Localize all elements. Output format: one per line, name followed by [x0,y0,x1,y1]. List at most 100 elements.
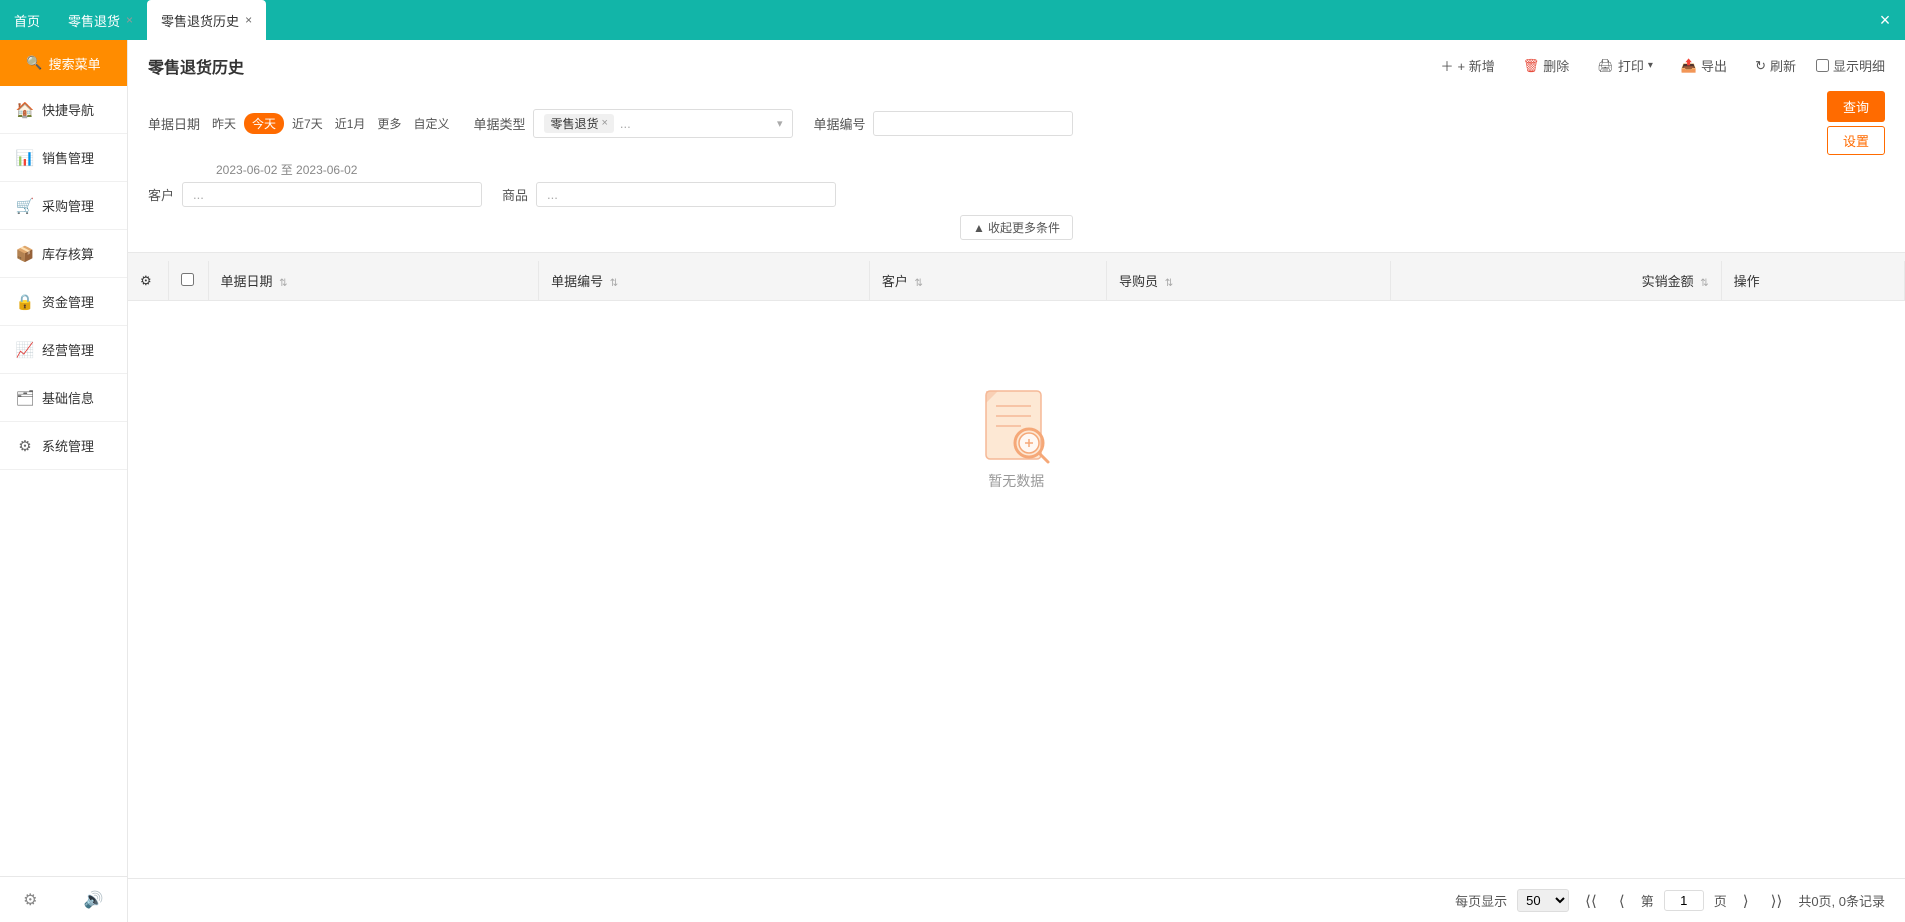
sidebar-item-sales-label: 销售管理 [42,148,94,167]
sidebar-item-system[interactable]: ⚙ 系统管理 [0,422,127,470]
th-date-label: 单据日期 [221,274,273,289]
th-checkbox[interactable] [168,261,208,301]
delete-button[interactable]: 🗑 删除 [1515,52,1578,79]
collapse-label: 收起更多条件 [988,219,1060,236]
sidebar-item-finance-label: 资金管理 [42,292,94,311]
date-range-row: 2023-06-02 至 2023-06-02 [148,161,1885,182]
show-detail-checkbox[interactable] [1816,59,1829,72]
tab-retail-return-label: 零售退货 [68,11,120,30]
select-all-checkbox[interactable] [181,273,194,286]
sidebar-item-operations[interactable]: 📈 经营管理 [0,326,127,374]
page-title-bar: 零售退货历史 ＋ + 新增 🗑 删除 🖨 打印 ▾ [148,52,1885,79]
content-area: 零售退货历史 ＋ + 新增 🗑 删除 🖨 打印 ▾ [128,40,1905,922]
sidebar-item-sales[interactable]: 📊 销售管理 [0,134,127,182]
th-docnum[interactable]: 单据编号 ⇅ [539,261,870,301]
collapse-button[interactable]: ▲ 收起更多条件 [960,215,1073,240]
sidebar-item-finance[interactable]: 🔒 资金管理 [0,278,127,326]
doctype-tag: 零售退货 × [544,114,613,133]
page-input[interactable] [1664,890,1704,911]
goods-dropdown[interactable]: ... [536,182,836,207]
export-button[interactable]: 📤 导出 [1673,52,1735,79]
new-label: + 新增 [1458,56,1495,75]
docnum-input[interactable] [873,111,1073,136]
new-button[interactable]: ＋ + 新增 [1433,52,1503,79]
last-page-button[interactable]: ⟩⟩ [1765,890,1789,912]
date-btn-custom[interactable]: 自定义 [409,113,453,134]
doctype-dropdown[interactable]: 零售退货 × ... ▾ [533,109,793,138]
doctype-tags: 零售退货 × ... [544,114,630,133]
delete-label: 删除 [1543,56,1569,75]
collapse-bar: ▲ 收起更多条件 [148,211,1885,248]
settings-button[interactable]: 设置 [1827,126,1885,155]
first-page-button[interactable]: ⟨⟨ [1579,890,1603,912]
date-btn-more[interactable]: 更多 [373,113,405,134]
search-icon: 🔍 [26,55,42,71]
doctype-tag-remove[interactable]: × [601,117,607,129]
print-button[interactable]: 🖨 打印 ▾ [1589,52,1661,79]
data-table: ⚙ 单据日期 ⇅ 单据编号 ⇅ 客户 ⇅ [128,261,1905,551]
date-btn-1month[interactable]: 近1月 [331,113,370,134]
customer-dropdown[interactable]: ... [182,182,482,207]
per-page-label: 每页显示 [1455,891,1507,910]
query-button[interactable]: 查询 [1827,91,1885,122]
th-date[interactable]: 单据日期 ⇅ [208,261,539,301]
next-page-button[interactable]: ⟩ [1737,890,1755,912]
export-icon: 📤 [1681,58,1697,74]
window-close-button[interactable]: × [1865,0,1905,40]
home-icon: 🏠 [16,101,34,119]
th-action: 操作 [1721,261,1904,301]
date-btn-7days[interactable]: 近7天 [288,113,327,134]
sidebar-item-inventory[interactable]: 📦 库存核算 [0,230,127,278]
pagination-bar: 每页显示 20 50 100 ⟨⟨ ⟨ 第 页 ⟩ ⟩⟩ 共0页, 0条记录 [128,878,1905,922]
tab-retail-return[interactable]: 零售退货 × [54,0,147,40]
prev-page-button[interactable]: ⟨ [1613,890,1631,912]
refresh-button[interactable]: ↻ 刷新 [1747,52,1804,79]
th-amount[interactable]: 实销金额 ⇅ [1391,261,1722,301]
total-label: 共0页, 0条记录 [1798,891,1885,910]
sidebar-item-operations-label: 经营管理 [42,340,94,359]
date-btn-yesterday[interactable]: 昨天 [208,113,240,134]
th-gear[interactable]: ⚙ [128,261,168,301]
th-customer[interactable]: 客户 ⇅ [869,261,1106,301]
th-date-sort-icon: ⇅ [279,278,287,289]
filter-goods-item: 商品 ... [502,182,836,207]
print-chevron-icon: ▾ [1648,60,1653,71]
refresh-icon: ↻ [1755,58,1766,74]
customer-filter-label: 客户 [148,185,174,204]
empty-state: 暂无数据 [128,301,1905,551]
doctype-tag-label: 零售退货 [550,115,598,132]
sales-icon: 📊 [16,149,34,167]
sidebar-item-purchase[interactable]: 🛒 采购管理 [0,182,127,230]
th-action-label: 操作 [1734,274,1760,289]
tab-retail-return-history-close[interactable]: × [245,13,252,27]
sidebar-search[interactable]: 🔍 搜索菜单 [0,40,127,86]
system-icon: ⚙ [16,437,34,455]
basicinfo-icon: 🗂 [16,389,34,407]
refresh-label: 刷新 [1770,56,1796,75]
sidebar-item-quicknav-label: 快捷导航 [42,100,94,119]
settings-bottom-icon[interactable]: ⚙ [23,890,37,910]
th-guide[interactable]: 导购员 ⇅ [1107,261,1391,301]
page-unit: 页 [1714,891,1727,910]
goods-filter-label: 商品 [502,185,528,204]
delete-icon: 🗑 [1523,58,1540,74]
tab-home[interactable]: 首页 [0,0,54,40]
th-amount-label: 实销金额 [1642,274,1694,289]
sidebar-nav: 🏠 快捷导航 📊 销售管理 🛒 采购管理 📦 库存核算 🔒 资金管理 📈 [0,86,127,876]
sidebar-item-quicknav[interactable]: 🏠 快捷导航 [0,86,127,134]
date-shortcuts: 昨天 今天 近7天 近1月 更多 自定义 [208,113,453,134]
filter-date-item: 单据日期 昨天 今天 近7天 近1月 更多 自定义 [148,113,453,134]
th-guide-sort-icon: ⇅ [1165,278,1173,289]
filter-doctype-item: 单据类型 零售退货 × ... ▾ [473,109,793,138]
per-page-select[interactable]: 20 50 100 [1517,889,1569,912]
sidebar-search-label: 搜索菜单 [49,54,101,73]
audio-bottom-icon[interactable]: 🔊 [84,890,104,910]
collapse-up-icon: ▲ [973,221,985,235]
date-btn-today[interactable]: 今天 [244,113,284,134]
sidebar-item-purchase-label: 采购管理 [42,196,94,215]
tab-retail-return-close[interactable]: × [126,13,133,27]
operations-icon: 📈 [16,341,34,359]
empty-illustration [966,381,1066,471]
tab-retail-return-history[interactable]: 零售退货历史 × [147,0,266,40]
sidebar-item-basicinfo[interactable]: 🗂 基础信息 [0,374,127,422]
